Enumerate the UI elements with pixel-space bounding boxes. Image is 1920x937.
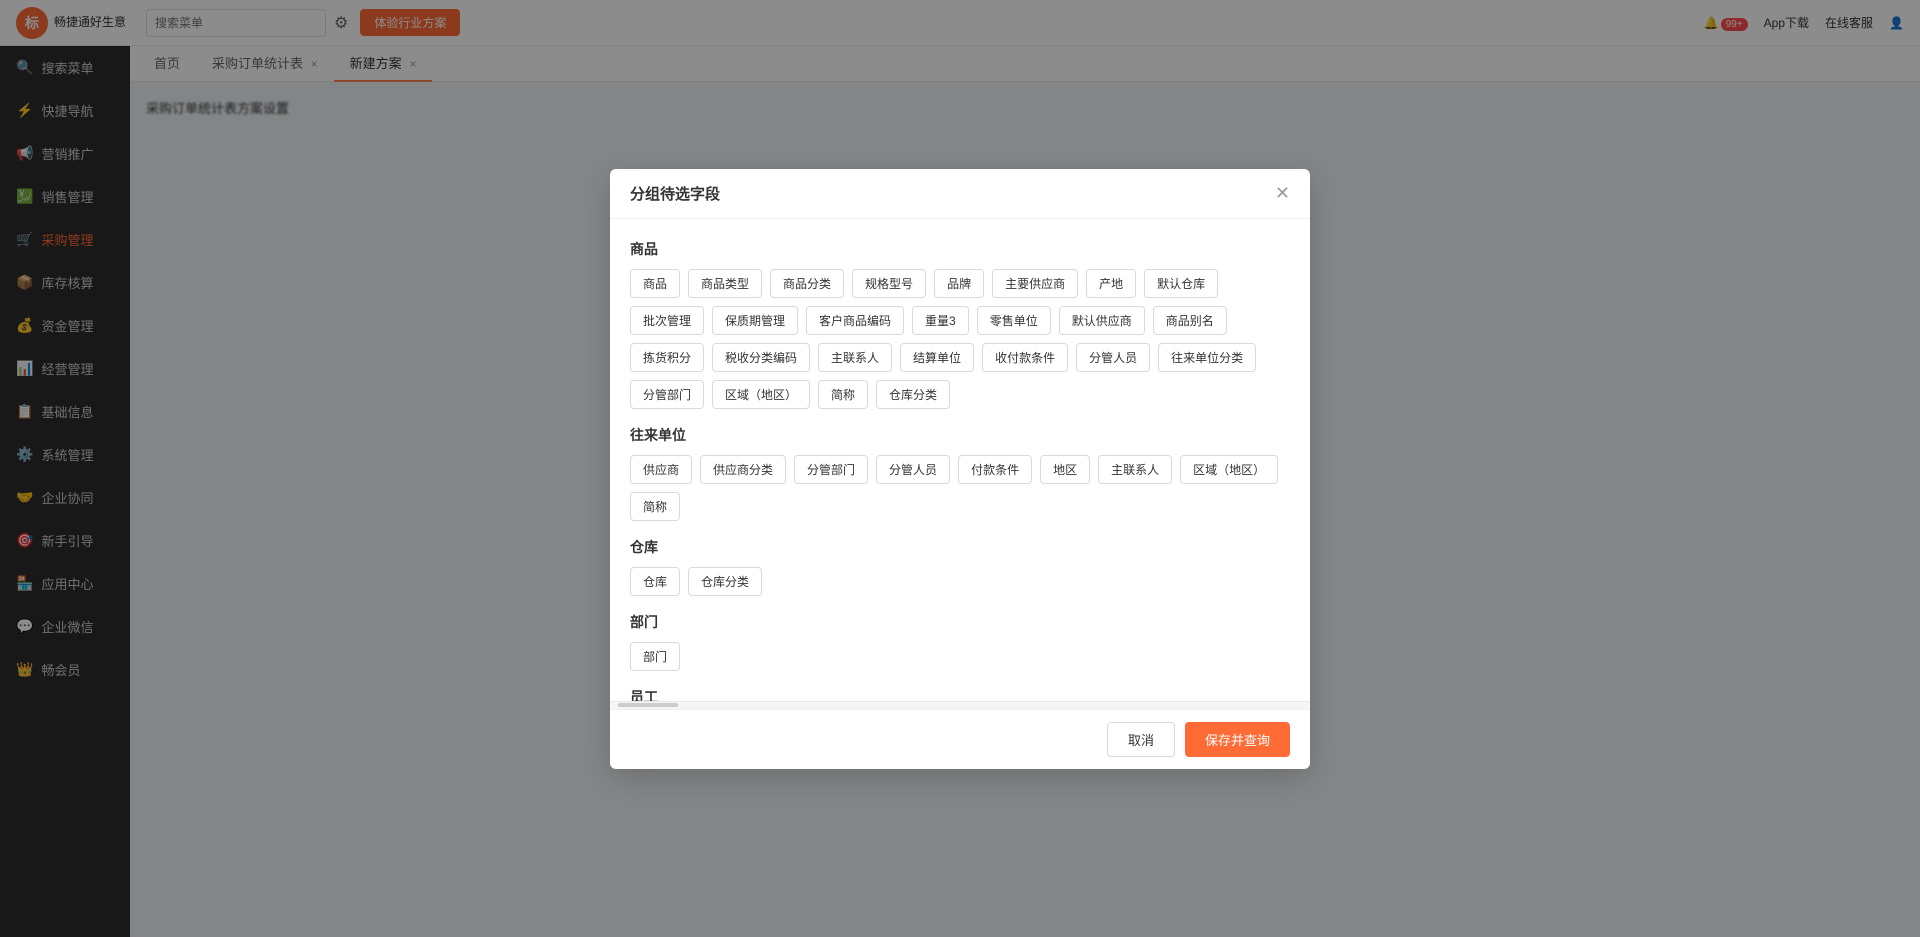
field-tag[interactable]: 商品 [630, 269, 680, 298]
field-tag[interactable]: 商品类型 [688, 269, 762, 298]
field-tag[interactable]: 默认供应商 [1059, 306, 1145, 335]
dialog-overlay: 分组待选字段 ✕ 商品 商品 商品类型 商品分类 规格型号 品牌 主要供应商 产… [0, 0, 1920, 937]
field-tag[interactable]: 客户商品编码 [806, 306, 904, 335]
field-tag[interactable]: 区域（地区） [712, 380, 810, 409]
field-tag[interactable]: 区域（地区） [1180, 455, 1278, 484]
field-tag[interactable]: 仓库分类 [688, 567, 762, 596]
field-tag[interactable]: 主联系人 [1098, 455, 1172, 484]
field-tag[interactable]: 分管人员 [876, 455, 950, 484]
field-tag[interactable]: 零售单位 [977, 306, 1051, 335]
dialog-title: 分组待选字段 [630, 183, 720, 204]
field-tag[interactable]: 拣货积分 [630, 343, 704, 372]
field-tag[interactable]: 供应商 [630, 455, 692, 484]
field-tags-warehouse: 仓库 仓库分类 [630, 567, 1290, 596]
field-tag[interactable]: 往来单位分类 [1158, 343, 1256, 372]
field-tag[interactable]: 主联系人 [818, 343, 892, 372]
field-tag[interactable]: 规格型号 [852, 269, 926, 298]
field-tag[interactable]: 结算单位 [900, 343, 974, 372]
field-tag[interactable]: 分管部门 [630, 380, 704, 409]
field-tag[interactable]: 品牌 [934, 269, 984, 298]
field-tag[interactable]: 简称 [630, 492, 680, 521]
field-tag[interactable]: 保质期管理 [712, 306, 798, 335]
section-title-dept: 部门 [630, 612, 1290, 632]
dialog-bottom-scrollbar[interactable] [610, 701, 1310, 709]
field-tag[interactable]: 商品别名 [1153, 306, 1227, 335]
field-tags-partner: 供应商 供应商分类 分管部门 分管人员 付款条件 地区 主联系人 区域（地区） … [630, 455, 1290, 521]
dialog-close-icon[interactable]: ✕ [1275, 183, 1290, 204]
field-tag[interactable]: 简称 [818, 380, 868, 409]
field-tag[interactable]: 仓库 [630, 567, 680, 596]
field-tag[interactable]: 批次管理 [630, 306, 704, 335]
field-tag[interactable]: 商品分类 [770, 269, 844, 298]
field-tag[interactable]: 税收分类编码 [712, 343, 810, 372]
field-tags-dept: 部门 [630, 642, 1290, 671]
field-tag[interactable]: 产地 [1086, 269, 1136, 298]
field-select-dialog: 分组待选字段 ✕ 商品 商品 商品类型 商品分类 规格型号 品牌 主要供应商 产… [610, 169, 1310, 769]
field-tag[interactable]: 分管人员 [1076, 343, 1150, 372]
field-tag[interactable]: 仓库分类 [876, 380, 950, 409]
field-tag[interactable]: 部门 [630, 642, 680, 671]
field-tag[interactable]: 付款条件 [958, 455, 1032, 484]
cancel-button[interactable]: 取消 [1107, 722, 1175, 757]
field-tag[interactable]: 主要供应商 [992, 269, 1078, 298]
field-tag[interactable]: 默认仓库 [1144, 269, 1218, 298]
confirm-button[interactable]: 保存并查询 [1185, 722, 1290, 757]
field-tag[interactable]: 分管部门 [794, 455, 868, 484]
section-title-product: 商品 [630, 239, 1290, 259]
section-title-warehouse: 仓库 [630, 537, 1290, 557]
field-tag[interactable]: 供应商分类 [700, 455, 786, 484]
field-tag[interactable]: 重量3 [912, 306, 969, 335]
dialog-body[interactable]: 商品 商品 商品类型 商品分类 规格型号 品牌 主要供应商 产地 默认仓库 批次… [610, 219, 1310, 701]
field-tag[interactable]: 地区 [1040, 455, 1090, 484]
dialog-header: 分组待选字段 ✕ [610, 169, 1310, 219]
dialog-footer: 取消 保存并查询 [610, 709, 1310, 769]
section-title-employee: 员工 [630, 687, 1290, 701]
field-tag[interactable]: 收付款条件 [982, 343, 1068, 372]
field-tags-product: 商品 商品类型 商品分类 规格型号 品牌 主要供应商 产地 默认仓库 批次管理 … [630, 269, 1290, 409]
section-title-partner: 往来单位 [630, 425, 1290, 445]
